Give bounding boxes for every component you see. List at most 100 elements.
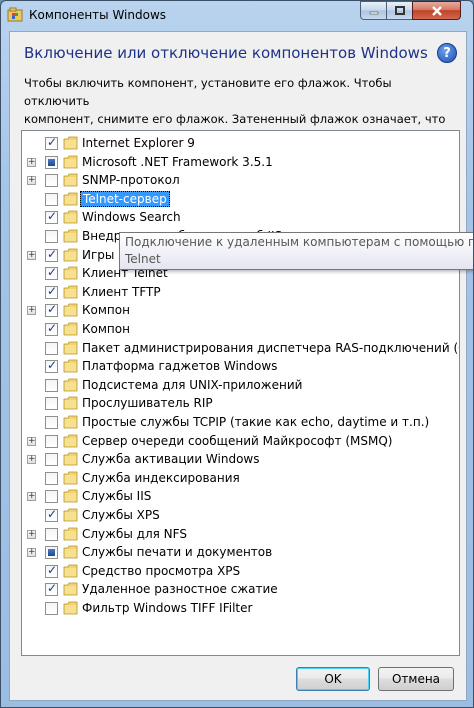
minimize-button[interactable]	[360, 1, 387, 20]
folder-icon	[63, 582, 78, 596]
expand-icon[interactable]: +	[27, 455, 36, 465]
component-checkbox[interactable]	[45, 397, 58, 411]
component-checkbox[interactable]	[45, 174, 58, 188]
title-bar[interactable]: Компоненты Windows	[1, 1, 473, 31]
component-checkbox[interactable]: ✓	[45, 507, 58, 522]
expand-icon[interactable]: +	[27, 306, 36, 316]
list-item[interactable]: ✓ Средство просмотра XPS	[22, 562, 459, 581]
component-label: Платформа гаджетов Windows	[82, 359, 278, 374]
list-item[interactable]: ✓ Windows Search	[22, 208, 459, 227]
component-checkbox[interactable]: ✓	[45, 209, 58, 225]
expand-icon[interactable]: +	[27, 492, 36, 502]
list-item[interactable]: Прослушиватель RIP	[22, 394, 459, 413]
list-item[interactable]: Пакет администрирования диспетчера RAS-п…	[22, 339, 459, 358]
component-label: Сервер очереди сообщений Майкрософт (MSM…	[82, 433, 393, 448]
component-checkbox[interactable]: ✓	[45, 581, 58, 597]
component-label: Internet Explorer 9	[82, 136, 195, 150]
cancel-button[interactable]: Отмена	[378, 667, 454, 691]
close-button[interactable]	[412, 1, 461, 20]
component-label: Подсистема для UNIX-приложений	[82, 377, 303, 392]
component-checkbox[interactable]	[45, 453, 58, 467]
component-checkbox[interactable]	[45, 416, 58, 429]
component-label: Службы XPS	[82, 508, 160, 522]
list-item[interactable]: ✓ Платформа гаджетов Windows	[22, 357, 459, 376]
folder-icon	[63, 489, 78, 503]
component-checkbox[interactable]	[45, 527, 58, 541]
checkmark-icon: ✓	[47, 302, 58, 317]
list-item[interactable]: ✓ Службы XPS	[22, 506, 459, 525]
components-window: Компоненты Windows Включение или отключе…	[0, 0, 474, 708]
component-checkbox[interactable]	[45, 434, 58, 448]
list-item[interactable]: Подсистема для UNIX-приложений	[22, 376, 459, 395]
component-label: Средство просмотра XPS	[82, 563, 241, 578]
list-item[interactable]: + Сервер очереди сообщений Майкрософт (MS…	[22, 432, 459, 451]
list-item[interactable]: Служба индексирования	[22, 469, 459, 488]
folder-icon	[63, 527, 78, 540]
list-item[interactable]: ✓ Клиент TFTP	[22, 283, 459, 302]
list-item[interactable]: + ✓ Компон	[22, 301, 459, 320]
component-label: Прослушиватель RIP	[82, 396, 213, 411]
list-item[interactable]: Простые службы TCPIP (такие как echo, da…	[22, 413, 459, 432]
component-checkbox[interactable]: ✓	[45, 321, 58, 336]
folder-icon	[63, 210, 78, 224]
component-checkbox[interactable]	[45, 155, 58, 169]
component-label: Фильтр Windows TIFF IFilter	[82, 601, 253, 615]
dialog-heading: Включение или отключение компонентов Win…	[24, 44, 428, 62]
folder-icon	[63, 248, 78, 261]
ok-button[interactable]: OK	[296, 667, 370, 691]
component-label: SNMP-протокол	[82, 173, 180, 188]
component-label: Службы печати и документов	[82, 545, 273, 560]
close-icon	[431, 5, 442, 16]
help-icon[interactable]: ?	[437, 43, 457, 63]
component-checkbox[interactable]	[45, 490, 58, 504]
list-item[interactable]: + Службы IIS	[22, 487, 459, 506]
expand-icon[interactable]: +	[27, 436, 36, 446]
list-item[interactable]: ✓ Internet Explorer 9	[22, 134, 459, 153]
component-label: Удаленное разностное сжатие	[82, 582, 278, 597]
component-checkbox[interactable]: ✓	[45, 265, 58, 281]
component-checkbox[interactable]	[45, 192, 58, 206]
checkmark-icon: ✓	[47, 358, 58, 373]
component-checkbox[interactable]: ✓	[45, 358, 58, 374]
minimize-icon	[369, 11, 378, 14]
component-label: Windows Search	[82, 210, 181, 225]
component-checkbox[interactable]	[45, 602, 58, 615]
tooltip-line-2: Telnet	[125, 252, 161, 266]
dialog-body: Включение или отключение компонентов Win…	[9, 31, 473, 701]
list-item[interactable]: Telnet-сервер	[22, 190, 459, 209]
component-label: Пакет администрирования диспетчера RAS-п…	[82, 340, 460, 355]
checkmark-icon: ✓	[47, 507, 58, 521]
list-item[interactable]: + SNMP-протокол	[22, 171, 459, 190]
component-checkbox[interactable]: ✓	[45, 247, 58, 262]
maximize-button[interactable]	[386, 1, 413, 20]
list-item[interactable]: + Службы печати и документов	[22, 543, 459, 562]
expand-icon[interactable]: +	[27, 176, 36, 186]
folder-icon	[63, 396, 78, 410]
list-item[interactable]: + Microsoft .NET Framework 3.5.1	[22, 153, 459, 172]
component-checkbox[interactable]: ✓	[45, 135, 58, 150]
folder-icon	[63, 359, 78, 373]
folder-icon	[63, 378, 78, 392]
list-item[interactable]: ✓ Удаленное разностное сжатие	[22, 580, 459, 599]
component-checkbox[interactable]	[45, 471, 58, 485]
component-checkbox[interactable]	[45, 378, 58, 392]
expand-icon[interactable]: +	[27, 157, 36, 167]
component-checkbox[interactable]	[45, 230, 58, 243]
list-item[interactable]: + Служба активации Windows	[22, 450, 459, 469]
component-checkbox[interactable]: ✓	[45, 284, 58, 299]
expand-icon[interactable]: +	[27, 529, 36, 539]
expand-icon[interactable]: +	[27, 548, 36, 558]
component-checkbox[interactable]: ✓	[45, 302, 58, 318]
component-checkbox[interactable]	[45, 546, 58, 560]
list-item[interactable]: + Службы для NFS	[22, 525, 459, 544]
folder-icon	[63, 266, 78, 280]
folder-icon	[63, 303, 78, 317]
list-item[interactable]: Фильтр Windows TIFF IFilter	[22, 599, 459, 618]
tooltip-line-1: Подключение к удаленным компьютерам с по…	[125, 235, 474, 249]
components-tree[interactable]: ✓ Internet Explorer 9 + Microsoft .NET Fram…	[21, 130, 460, 656]
component-checkbox[interactable]	[45, 341, 58, 355]
expand-icon[interactable]: +	[27, 250, 36, 260]
list-item[interactable]: ✓ Компон	[22, 320, 459, 339]
component-checkbox[interactable]: ✓	[45, 563, 58, 578]
component-label: Telnet-сервер	[80, 190, 170, 207]
